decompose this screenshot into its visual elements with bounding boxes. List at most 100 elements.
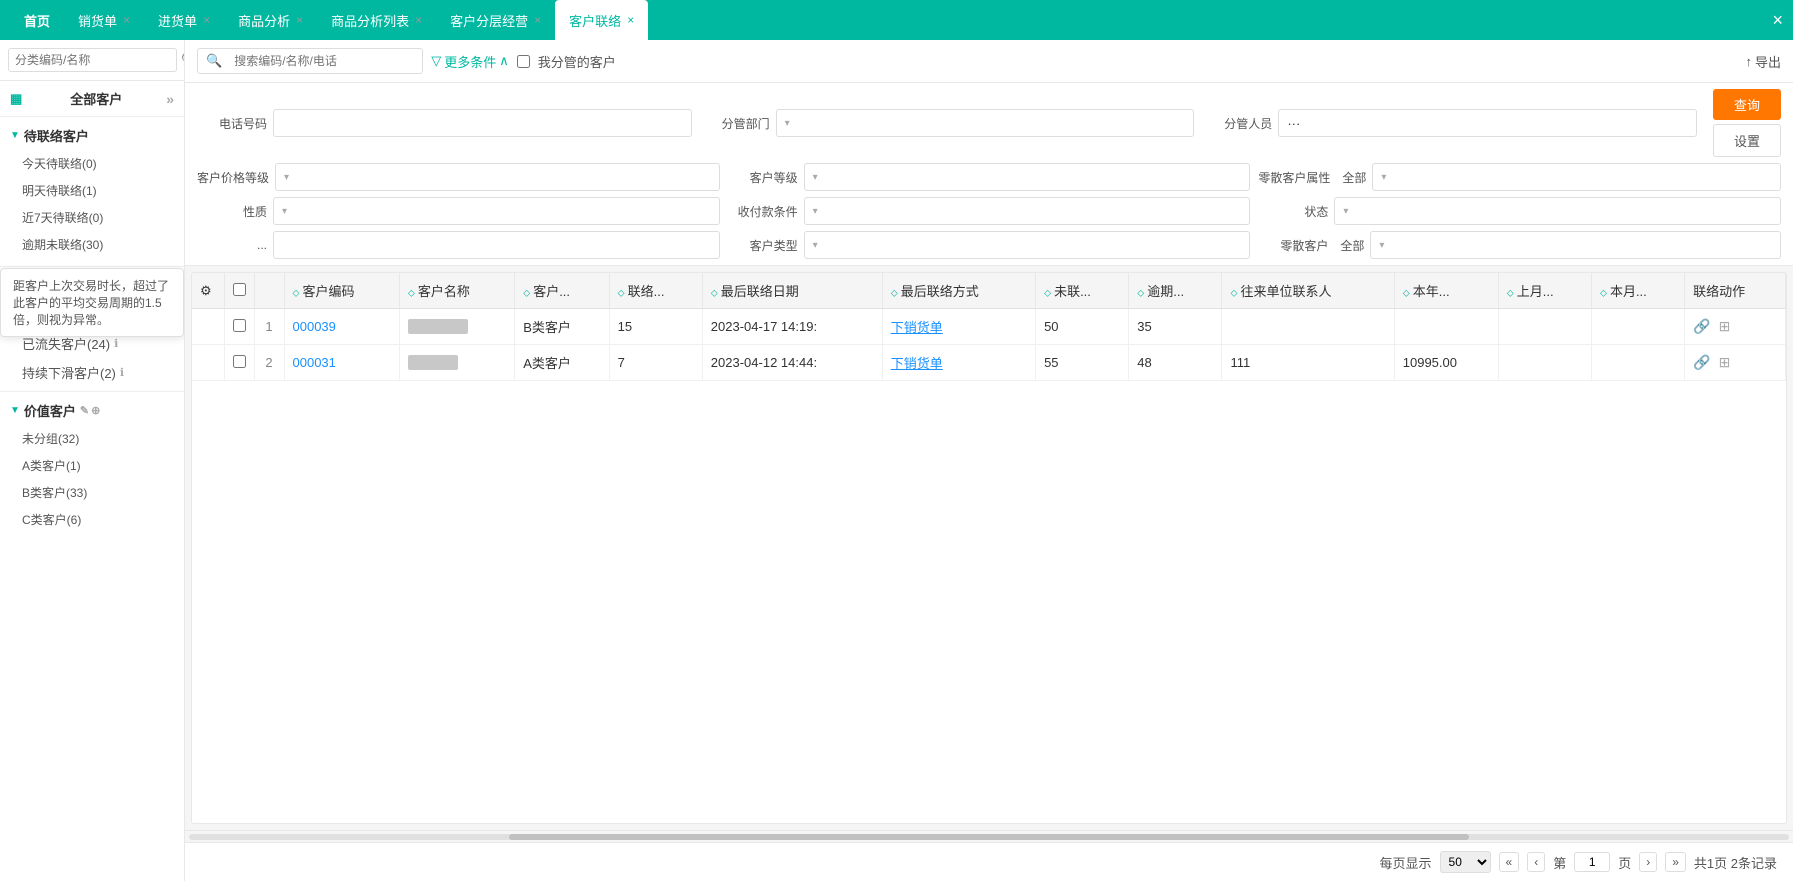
row2-code[interactable]: 000031: [284, 345, 399, 381]
col-last-contact-method[interactable]: ⬦最后联络方式: [882, 273, 1035, 309]
filter-cell-status: 状态 ▾: [1258, 197, 1781, 225]
tooltip-box: 距客户上次交易时长，超过了此客户的平均交易周期的1.5倍，则视为异常。: [0, 268, 184, 337]
row1-this-month: [1591, 309, 1684, 345]
row1-contact: 15: [609, 309, 702, 345]
horizontal-scrollbar[interactable]: [185, 830, 1793, 842]
nature-input[interactable]: ▾: [273, 197, 720, 225]
more-conditions-button[interactable]: ▽ 更多条件 ∧: [431, 52, 509, 71]
sidebar-collapse-button[interactable]: »: [166, 91, 174, 107]
col-this-month[interactable]: ⬦本月...: [1591, 273, 1684, 309]
close-customer-contact-icon[interactable]: ×: [627, 13, 634, 27]
row2-last-contact-method[interactable]: 下销货单: [882, 345, 1035, 381]
sidebar-search-input[interactable]: [8, 48, 177, 72]
nav-product-analysis-list[interactable]: 商品分析列表 ×: [317, 0, 436, 40]
scrollbar-thumb[interactable]: [509, 834, 1469, 840]
price-level-input[interactable]: ▾: [275, 163, 720, 191]
retail-attr-input[interactable]: ▾: [1372, 163, 1781, 191]
filter-row-3: 性质 ▾ 收付款条件 ▾ 状态 ▾: [197, 197, 1781, 225]
sidebar-section-pending-title[interactable]: ▼ 待联络客户: [0, 121, 184, 150]
row1-last-month: [1498, 309, 1591, 345]
row1-name-blurred: [408, 319, 468, 334]
nav-sales[interactable]: 销货单 ×: [64, 0, 144, 40]
setting-button[interactable]: 设置: [1713, 124, 1781, 157]
sort-icon-name: ⬦: [408, 288, 415, 299]
sidebar-item-b-class[interactable]: B类客户(33): [0, 479, 184, 506]
per-page-select[interactable]: 50 100 200: [1440, 851, 1491, 873]
phone-input[interactable]: [273, 109, 692, 137]
row1-settings: [192, 309, 224, 345]
sidebar-item-7days[interactable]: 近7天待联络(0): [0, 204, 184, 231]
row1-last-contact-method[interactable]: 下销货单: [882, 309, 1035, 345]
retail-customer-input[interactable]: ▾: [1370, 231, 1781, 259]
next-page-button[interactable]: ›: [1639, 852, 1657, 872]
close-product-analysis-list-icon[interactable]: ×: [415, 13, 422, 27]
nav-home[interactable]: 首页: [10, 0, 64, 40]
row2-grid-icon[interactable]: ⊞: [1719, 354, 1731, 371]
row1-grid-icon[interactable]: ⊞: [1719, 318, 1731, 335]
dept-input[interactable]: ▾: [776, 109, 1195, 137]
sidebar-item-declining[interactable]: 持续下滑客户(2) ℹ: [0, 358, 184, 387]
col-last-month[interactable]: ⬦上月...: [1498, 273, 1591, 309]
nav-customer-contact[interactable]: 客户联络 ×: [555, 0, 648, 40]
customer-type-input[interactable]: ▾: [804, 231, 1251, 259]
row2-link-icon[interactable]: 🔗: [1693, 354, 1710, 371]
col-unread[interactable]: ⬦未联...: [1036, 273, 1129, 309]
filter-search-icon: 🔍: [206, 53, 222, 69]
row2-select[interactable]: [233, 355, 246, 368]
col-contact[interactable]: ⬦联络...: [609, 273, 702, 309]
row2-unread: 55: [1036, 345, 1129, 381]
col-last-contact-date[interactable]: ⬦最后联络日期: [702, 273, 882, 309]
close-all-tabs-button[interactable]: ×: [1772, 10, 1783, 31]
sidebar-item-today[interactable]: 今天待联络(0): [0, 150, 184, 177]
group-add-icon[interactable]: ⊕: [91, 404, 100, 417]
row2-contact: 7: [609, 345, 702, 381]
close-sales-icon[interactable]: ×: [123, 13, 130, 27]
col-name[interactable]: ⬦客户名称: [399, 273, 514, 309]
col-contacts[interactable]: ⬦往来单位联系人: [1222, 273, 1394, 309]
sidebar-item-tomorrow[interactable]: 明天待联络(1): [0, 177, 184, 204]
select-all-checkbox[interactable]: [233, 283, 246, 296]
sidebar-item-overdue[interactable]: 逾期未联络(30): [0, 231, 184, 258]
row1-code[interactable]: 000039: [284, 309, 399, 345]
page-number-input[interactable]: [1574, 852, 1610, 872]
sidebar-group-value-customers[interactable]: ▼ 价值客户 ✎ ⊕: [0, 396, 184, 425]
payment-input[interactable]: ▾: [804, 197, 1251, 225]
export-button[interactable]: ↑ 导出: [1745, 52, 1781, 71]
my-customers-checkbox[interactable]: 我分管的客户: [517, 52, 616, 71]
close-purchase-icon[interactable]: ×: [203, 13, 210, 27]
status-input[interactable]: ▾: [1334, 197, 1781, 225]
status-label: 状态: [1258, 203, 1328, 220]
scrollbar-track: [189, 834, 1789, 840]
close-customer-segment-icon[interactable]: ×: [534, 13, 541, 27]
nav-product-analysis[interactable]: 商品分析 ×: [224, 0, 317, 40]
dots-input[interactable]: [273, 231, 720, 259]
nav-customer-segment[interactable]: 客户分层经营 ×: [436, 0, 555, 40]
last-page-button[interactable]: »: [1665, 852, 1686, 872]
row1-link-icon[interactable]: 🔗: [1693, 318, 1710, 335]
first-page-button[interactable]: «: [1499, 852, 1520, 872]
my-customers-check[interactable]: [517, 55, 530, 68]
row1-overdue: 35: [1129, 309, 1222, 345]
sidebar-item-c-class[interactable]: C类客户(6): [0, 506, 184, 533]
nav-purchase[interactable]: 进货单 ×: [144, 0, 224, 40]
col-code[interactable]: ⬦客户编码: [284, 273, 399, 309]
col-this-year[interactable]: ⬦本年...: [1394, 273, 1498, 309]
col-category[interactable]: ⬦客户...: [515, 273, 609, 309]
prev-page-button[interactable]: ‹: [1527, 852, 1545, 872]
group-edit-icon[interactable]: ✎: [80, 404, 89, 417]
sidebar-item-ungroup[interactable]: 未分组(32): [0, 425, 184, 452]
filter-cell-price-level: 客户价格等级 ▾: [197, 163, 720, 191]
close-product-analysis-icon[interactable]: ×: [296, 13, 303, 27]
col-settings[interactable]: ⚙: [192, 273, 224, 309]
retail-attr-label: 零散客户属性: [1258, 169, 1330, 186]
row1-select[interactable]: [233, 319, 246, 332]
table-row: 2 000031 A类客户 7 2023-04-12 14:44: 下销货单 5…: [192, 345, 1786, 381]
sidebar-search-icon[interactable]: 🔍: [181, 52, 185, 68]
filter-cell-retail-customer: 零散客户 全部 ▾: [1258, 231, 1781, 259]
customer-level-input[interactable]: ▾: [804, 163, 1251, 191]
col-overdue[interactable]: ⬦逾期...: [1129, 273, 1222, 309]
query-button[interactable]: 查询: [1713, 89, 1781, 120]
sidebar-item-a-class[interactable]: A类客户(1): [0, 452, 184, 479]
search-input[interactable]: [234, 54, 414, 68]
manager-input[interactable]: ···: [1278, 109, 1697, 137]
